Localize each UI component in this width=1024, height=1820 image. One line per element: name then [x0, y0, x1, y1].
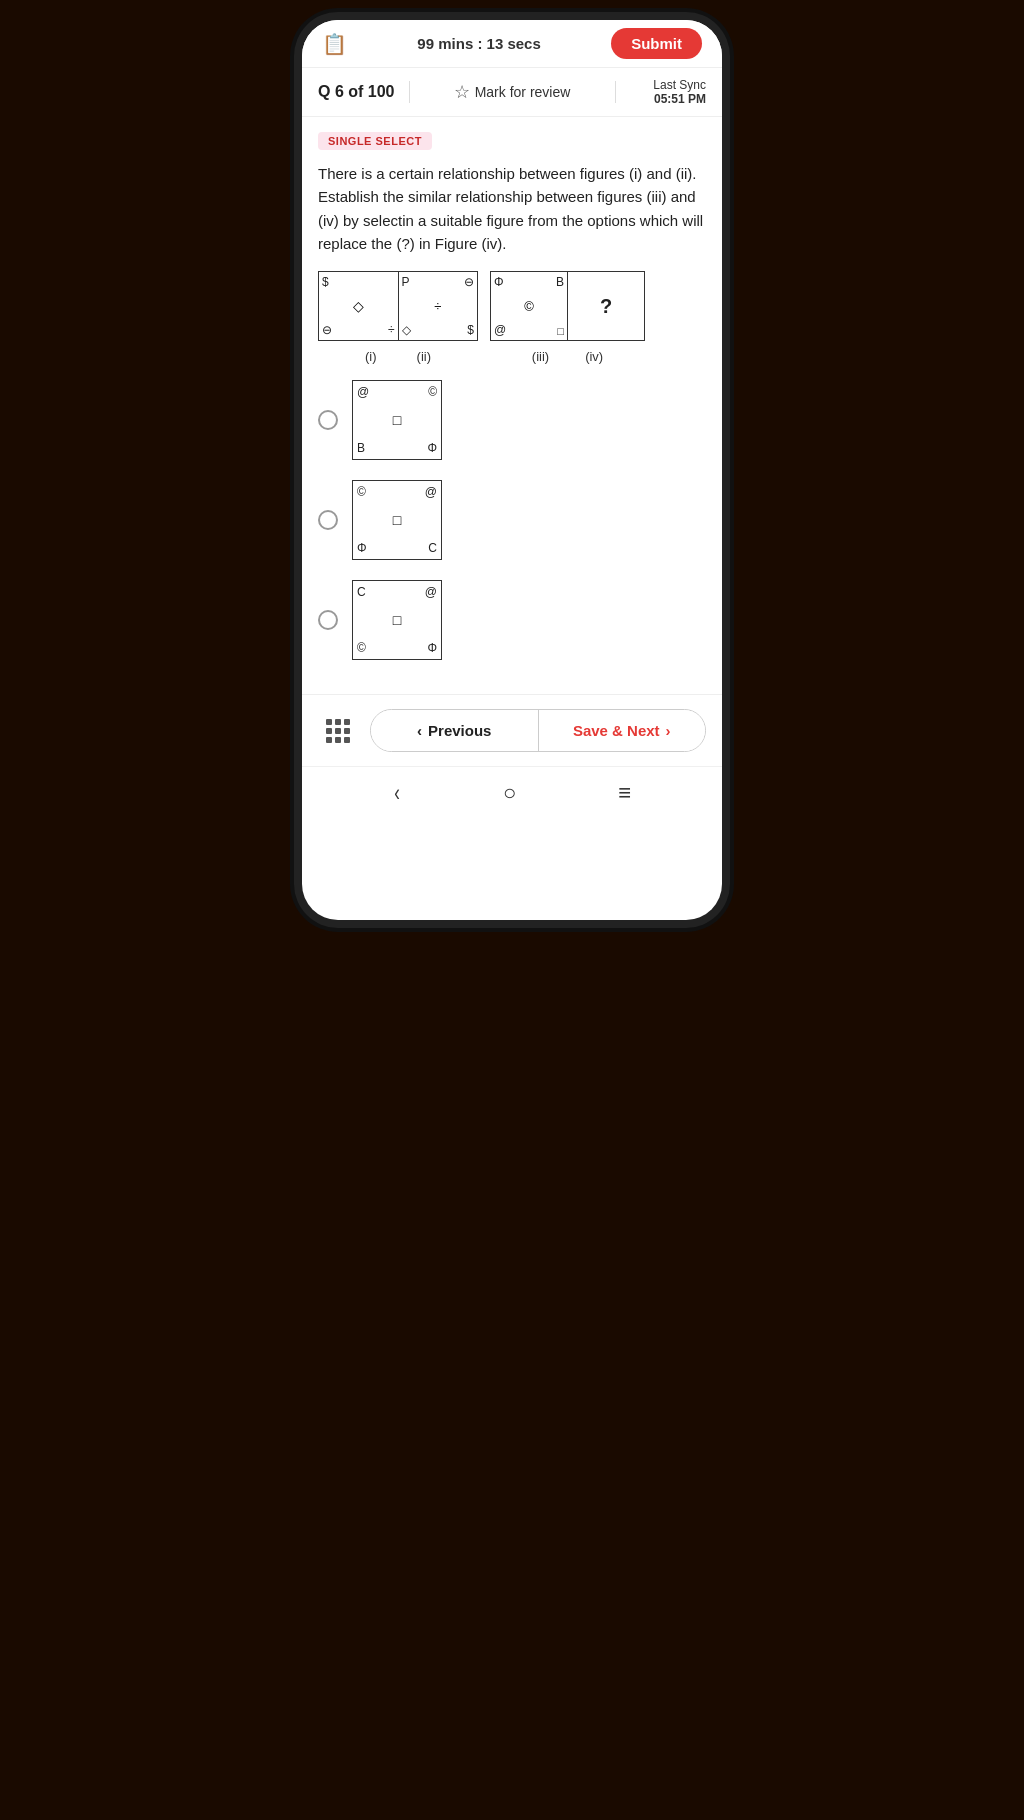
android-nav: ‹ ○ ≡: [302, 766, 722, 819]
figure-ii: P ⊖ ◇ $ ÷: [398, 272, 478, 340]
opt-c-br: Φ: [397, 620, 441, 659]
figure-iii-iv-wrapper: Φ B @ □ © ? (iii) (iv): [490, 271, 645, 364]
figure-i-ii: $ ⊖ ÷ ◇ P ⊖ ◇ $ ÷: [318, 271, 478, 341]
opt-c-center: □: [393, 612, 401, 628]
opt-c-tl: C: [353, 581, 397, 620]
mark-review-label: Mark for review: [475, 84, 571, 100]
opt-b-bl: Φ: [353, 520, 397, 559]
prev-arrow-icon: ‹: [417, 722, 422, 739]
fig-iii-br: □: [529, 306, 567, 340]
fig-ii-tr: ⊖: [438, 272, 477, 306]
opt-b-center: □: [393, 512, 401, 528]
fig-iv-label: (iv): [585, 349, 603, 364]
fig-ii-label: (ii): [417, 349, 431, 364]
option-a-radio[interactable]: [318, 410, 338, 430]
fig-i-center: ◇: [353, 298, 364, 314]
fig-iii-tr: B: [529, 272, 567, 306]
phone-frame: 📋 99 mins : 13 secs Submit Q 6 of 100 ☆ …: [302, 20, 722, 920]
submit-button[interactable]: Submit: [611, 28, 702, 59]
next-arrow-icon: ›: [666, 722, 671, 739]
figures-container: $ ⊖ ÷ ◇ P ⊖ ◇ $ ÷ (: [318, 271, 706, 364]
grid-dots-icon: [326, 719, 350, 743]
option-b-row: © @ Φ C □: [318, 480, 706, 560]
nav-buttons-group: ‹ Previous Save & Next ›: [370, 709, 706, 752]
grid-menu-button[interactable]: [318, 711, 358, 751]
previous-label: Previous: [428, 722, 491, 739]
question-text: There is a certain relationship between …: [318, 162, 706, 255]
opt-a-tr: ©: [397, 381, 441, 420]
android-back-button[interactable]: ‹: [394, 779, 400, 807]
bottom-nav: ‹ Previous Save & Next ›: [302, 694, 722, 766]
opt-a-tl: @: [353, 381, 397, 420]
android-menu-button[interactable]: ≡: [618, 780, 631, 806]
star-icon: ☆: [454, 81, 470, 103]
option-b-radio[interactable]: [318, 510, 338, 530]
last-sync: Last Sync 05:51 PM: [616, 78, 707, 106]
option-a-figure: @ © B Φ □: [352, 380, 442, 460]
question-type-badge: SINGLE SELECT: [318, 132, 432, 150]
opt-b-tl: ©: [353, 481, 397, 520]
fig-i-tr: [358, 272, 397, 306]
opt-b-tr: @: [397, 481, 441, 520]
opt-c-tr: @: [397, 581, 441, 620]
figure-i: $ ⊖ ÷ ◇: [319, 272, 398, 340]
option-c-row: C @ © Φ □: [318, 580, 706, 660]
opt-b-br: C: [397, 520, 441, 559]
figure-iv: ?: [567, 272, 644, 340]
fig-iii-label: (iii): [532, 349, 549, 364]
fig-ii-tl: P: [399, 272, 438, 306]
option-a-row: @ © B Φ □: [318, 380, 706, 460]
figure-iii: Φ B @ □ ©: [491, 272, 567, 340]
option-b-figure: © @ Φ C □: [352, 480, 442, 560]
figure-iii-iv: Φ B @ □ © ?: [490, 271, 645, 341]
previous-button[interactable]: ‹ Previous: [371, 710, 539, 751]
status-bar: 📋 99 mins : 13 secs Submit: [302, 20, 722, 67]
timer: 99 mins : 13 secs: [417, 35, 540, 52]
question-nav: Q 6 of 100 ☆ Mark for review Last Sync 0…: [302, 67, 722, 117]
opt-a-bl: B: [353, 420, 397, 459]
next-label: Save & Next: [573, 722, 660, 739]
fig-i-br: ÷: [358, 306, 397, 340]
mark-review-button[interactable]: ☆ Mark for review: [409, 81, 616, 103]
fig-i-label: (i): [365, 349, 377, 364]
opt-a-center: □: [393, 412, 401, 428]
fig-iii-center: ©: [524, 299, 534, 314]
main-content: SINGLE SELECT There is a certain relatio…: [302, 117, 722, 694]
option-c-radio[interactable]: [318, 610, 338, 630]
question-number: Q 6 of 100: [318, 83, 409, 101]
option-c-figure: C @ © Φ □: [352, 580, 442, 660]
opt-c-bl: ©: [353, 620, 397, 659]
fig-ii-center: ÷: [434, 299, 441, 314]
opt-a-br: Φ: [397, 420, 441, 459]
fig-iv-content: ?: [568, 272, 644, 340]
options-container: @ © B Φ □ © @ Φ C □: [318, 380, 706, 660]
android-home-button[interactable]: ○: [503, 780, 516, 806]
fig-ii-bl: ◇: [399, 306, 438, 340]
doc-icon: 📋: [322, 32, 347, 56]
figure-i-ii-wrapper: $ ⊖ ÷ ◇ P ⊖ ◇ $ ÷ (: [318, 271, 478, 364]
fig-ii-br: $: [438, 306, 477, 340]
save-next-button[interactable]: Save & Next ›: [539, 710, 706, 751]
